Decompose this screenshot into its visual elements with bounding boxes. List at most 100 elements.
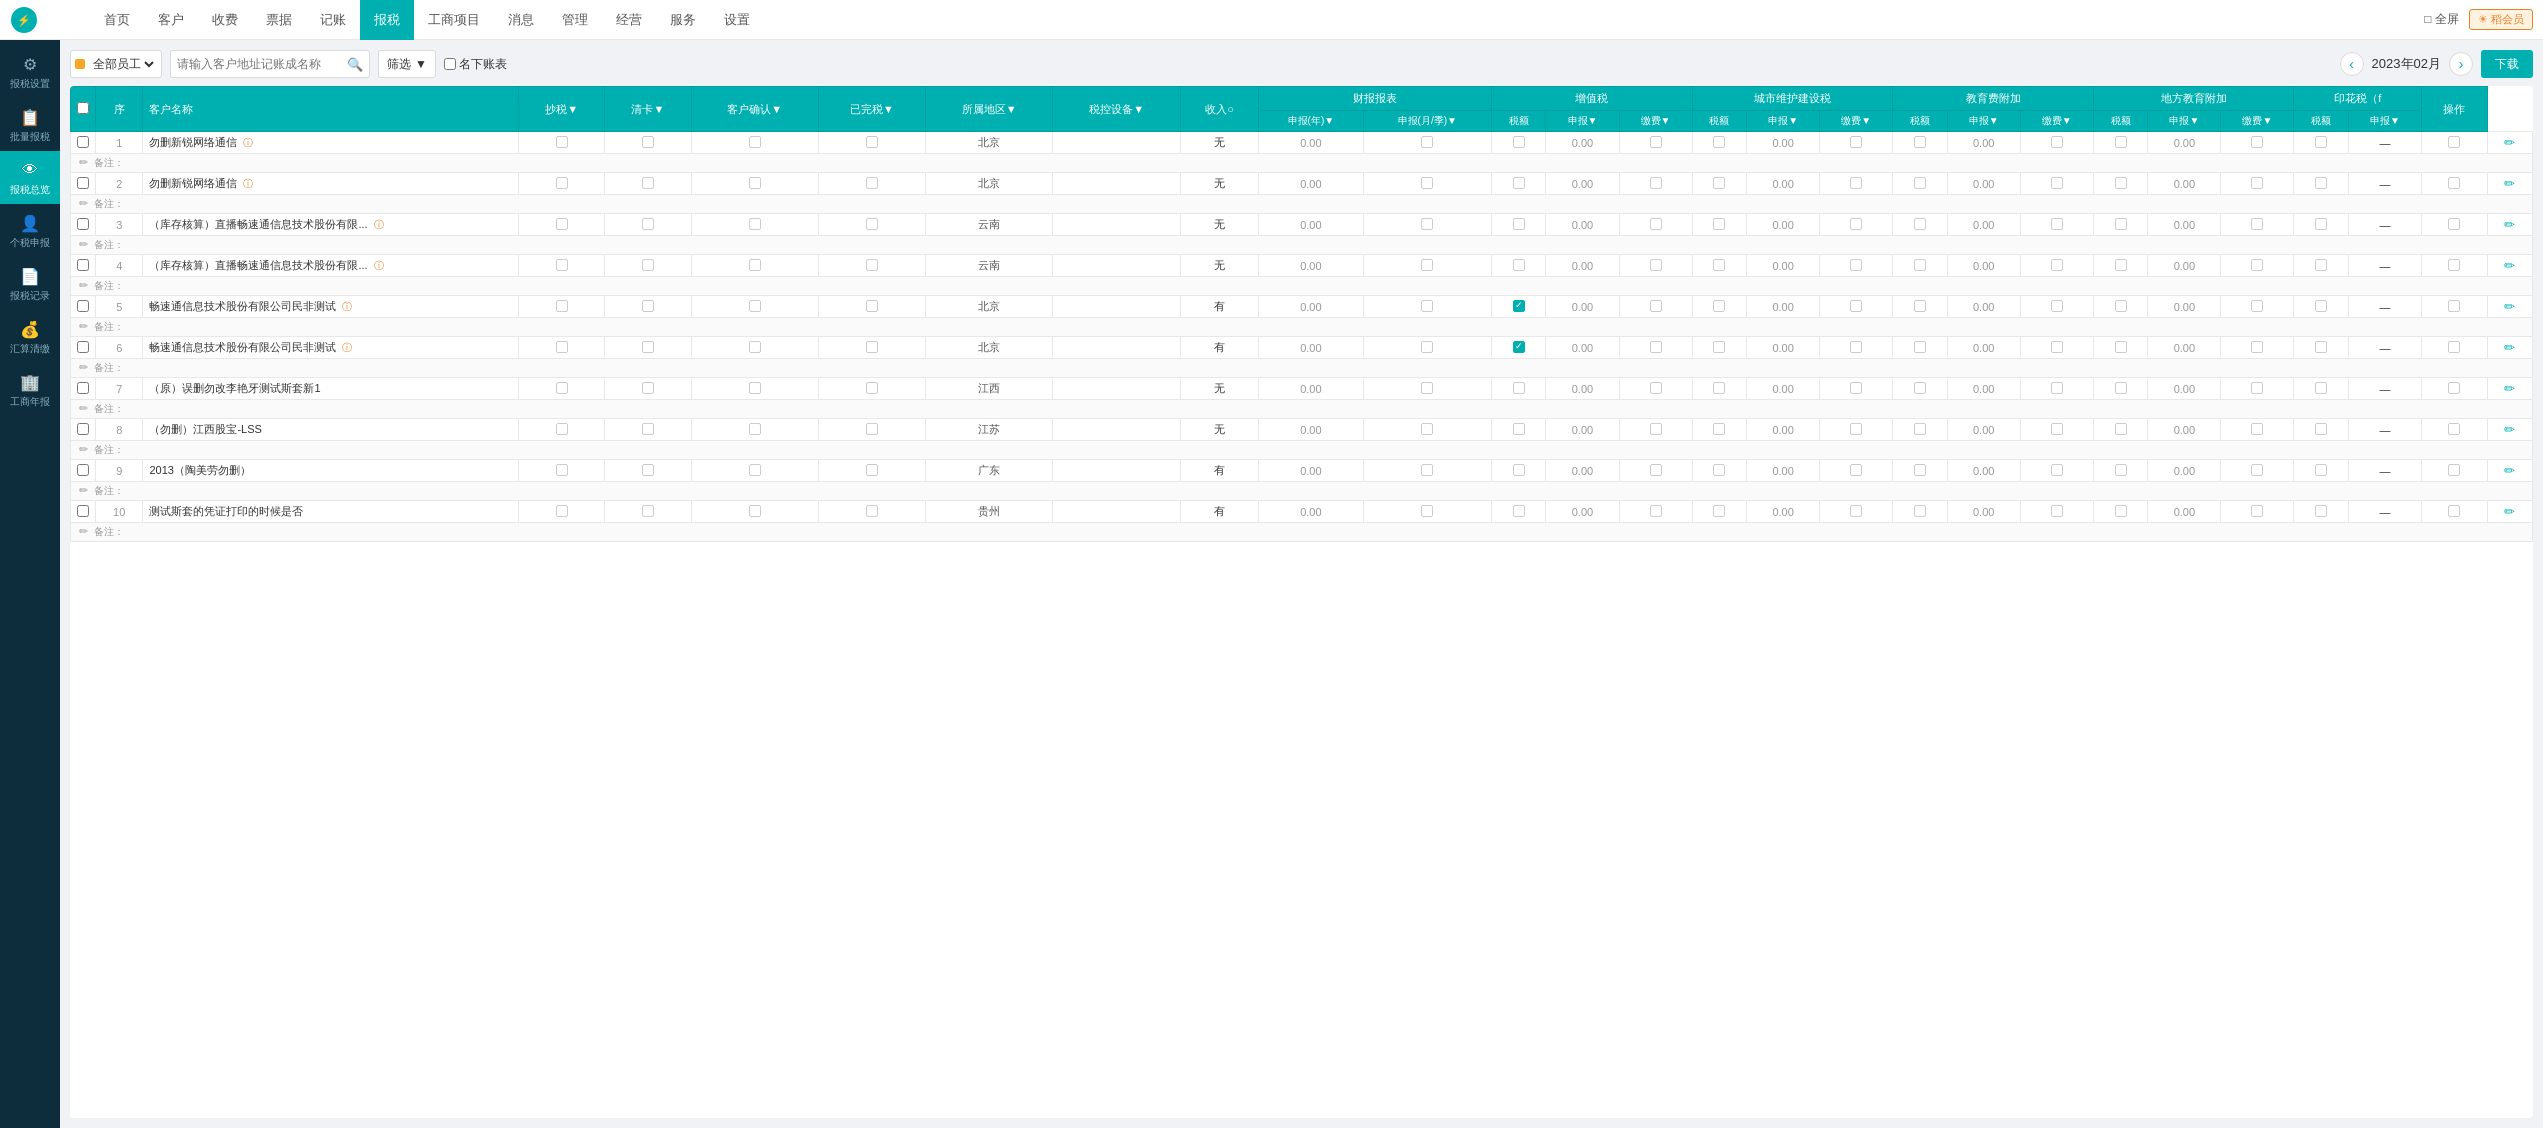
prev-month-button[interactable]: ‹ <box>2340 52 2364 76</box>
row-checkbox[interactable] <box>77 218 89 230</box>
edu-pay-cell[interactable] <box>2093 255 2147 277</box>
stamp-apply-cell[interactable] <box>2422 214 2488 236</box>
vat-apply-cell[interactable] <box>1619 255 1692 277</box>
tax-copy-checkbox[interactable] <box>556 136 568 148</box>
client-confirm-checkbox[interactable] <box>749 505 761 517</box>
stamp-apply-cell[interactable] <box>2422 501 2488 523</box>
vat-pay-cell[interactable] <box>1692 173 1746 195</box>
search-input[interactable] <box>177 57 347 71</box>
edit-icon[interactable]: ✏ <box>2504 422 2515 437</box>
row-select-cell[interactable] <box>71 337 96 359</box>
local-edu-apply-cell[interactable] <box>2221 419 2294 441</box>
edu-apply-cell[interactable] <box>2020 255 2093 277</box>
operation-cell[interactable]: ✏ <box>2487 378 2532 400</box>
filed-checkbox[interactable] <box>866 218 878 230</box>
local-edu-pay-cell[interactable] <box>2294 378 2348 400</box>
fin-year-cell[interactable] <box>1363 296 1491 318</box>
clear-card-checkbox[interactable] <box>642 259 654 271</box>
row-checkbox[interactable] <box>77 177 89 189</box>
stamp-apply-cell[interactable] <box>2422 378 2488 400</box>
clear-card-checkbox[interactable] <box>642 505 654 517</box>
operation-cell[interactable]: ✏ <box>2487 132 2532 154</box>
vat-apply-cell[interactable] <box>1619 419 1692 441</box>
local-edu-pay-cell[interactable] <box>2294 132 2348 154</box>
nav-service[interactable]: 服务 <box>656 0 710 40</box>
row-select-cell[interactable] <box>71 255 96 277</box>
row-select-cell[interactable] <box>71 214 96 236</box>
filter-button[interactable]: 筛选 ▼ <box>378 50 436 78</box>
row-select-cell[interactable] <box>71 173 96 195</box>
operation-cell[interactable]: ✏ <box>2487 419 2532 441</box>
local-edu-pay-cell[interactable] <box>2294 173 2348 195</box>
client-confirm-checkbox[interactable] <box>749 341 761 353</box>
urban-pay-cell[interactable] <box>1893 337 1947 359</box>
note-pencil-icon[interactable]: ✏ <box>79 279 88 291</box>
filed-checkbox[interactable] <box>866 382 878 394</box>
urban-apply-cell[interactable] <box>1820 173 1893 195</box>
urban-pay-cell[interactable] <box>1893 173 1947 195</box>
edu-pay-cell[interactable] <box>2093 337 2147 359</box>
tax-copy-checkbox[interactable] <box>556 382 568 394</box>
search-wrap[interactable]: 🔍 <box>170 50 370 78</box>
download-button[interactable]: 下载 <box>2481 50 2533 78</box>
row-select-cell[interactable] <box>71 132 96 154</box>
edu-pay-cell[interactable] <box>2093 419 2147 441</box>
company-name-cell[interactable]: 测试斯套的凭证打印的时候是否 <box>143 501 519 523</box>
row-checkbox[interactable] <box>77 136 89 148</box>
edit-icon[interactable]: ✏ <box>2504 299 2515 314</box>
client-confirm-checkbox[interactable] <box>749 177 761 189</box>
vat-pay-cell[interactable] <box>1692 337 1746 359</box>
row-select-cell[interactable] <box>71 296 96 318</box>
tax-copy-checkbox[interactable] <box>556 423 568 435</box>
tax-copy-checkbox[interactable] <box>556 505 568 517</box>
urban-pay-cell[interactable] <box>1893 214 1947 236</box>
vat-apply-cell[interactable] <box>1619 337 1692 359</box>
local-edu-apply-cell[interactable] <box>2221 378 2294 400</box>
edu-pay-cell[interactable] <box>2093 296 2147 318</box>
stamp-apply-cell[interactable] <box>2422 419 2488 441</box>
client-confirm-checkbox[interactable] <box>749 300 761 312</box>
nav-bookkeeping[interactable]: 记账 <box>306 0 360 40</box>
operation-cell[interactable]: ✏ <box>2487 460 2532 482</box>
urban-pay-cell[interactable] <box>1893 501 1947 523</box>
clear-card-checkbox[interactable] <box>642 464 654 476</box>
edu-apply-cell[interactable] <box>2020 419 2093 441</box>
edit-icon[interactable]: ✏ <box>2504 217 2515 232</box>
operation-cell[interactable]: ✏ <box>2487 296 2532 318</box>
edu-pay-cell[interactable] <box>2093 378 2147 400</box>
vat-pay-cell[interactable] <box>1692 378 1746 400</box>
vat-pay-cell[interactable] <box>1692 501 1746 523</box>
stamp-apply-cell[interactable] <box>2422 460 2488 482</box>
sidebar-item-annual-report[interactable]: 🏢 工商年报 <box>0 363 60 416</box>
fin-month-cell[interactable] <box>1491 132 1545 154</box>
vat-apply-cell[interactable] <box>1619 460 1692 482</box>
tax-copy-checkbox[interactable] <box>556 464 568 476</box>
vat-apply-cell[interactable] <box>1619 296 1692 318</box>
urban-apply-cell[interactable] <box>1820 501 1893 523</box>
fin-year-cell[interactable] <box>1363 337 1491 359</box>
vat-pay-cell[interactable] <box>1692 419 1746 441</box>
urban-apply-cell[interactable] <box>1820 255 1893 277</box>
vat-apply-cell[interactable] <box>1619 378 1692 400</box>
urban-pay-cell[interactable] <box>1893 296 1947 318</box>
clear-card-checkbox[interactable] <box>642 300 654 312</box>
clear-card-checkbox[interactable] <box>642 382 654 394</box>
row-checkbox[interactable] <box>77 300 89 312</box>
filed-checkbox[interactable] <box>866 300 878 312</box>
fin-year-cell[interactable] <box>1363 173 1491 195</box>
stamp-apply-cell[interactable] <box>2422 296 2488 318</box>
local-edu-apply-cell[interactable] <box>2221 132 2294 154</box>
urban-apply-cell[interactable] <box>1820 378 1893 400</box>
search-icon[interactable]: 🔍 <box>347 57 363 72</box>
clear-card-checkbox[interactable] <box>642 136 654 148</box>
edu-pay-cell[interactable] <box>2093 214 2147 236</box>
edu-apply-cell[interactable] <box>2020 214 2093 236</box>
sidebar-item-tax-settings[interactable]: ⚙ 报税设置 <box>0 45 60 98</box>
local-edu-apply-cell[interactable] <box>2221 255 2294 277</box>
sidebar-item-annual-settlement[interactable]: 💰 汇算清缴 <box>0 310 60 363</box>
sidebar-item-tax-overview[interactable]: 👁 报税总览 <box>0 151 60 204</box>
nav-fee[interactable]: 收费 <box>198 0 252 40</box>
filed-checkbox[interactable] <box>866 259 878 271</box>
urban-pay-cell[interactable] <box>1893 255 1947 277</box>
edu-pay-cell[interactable] <box>2093 173 2147 195</box>
